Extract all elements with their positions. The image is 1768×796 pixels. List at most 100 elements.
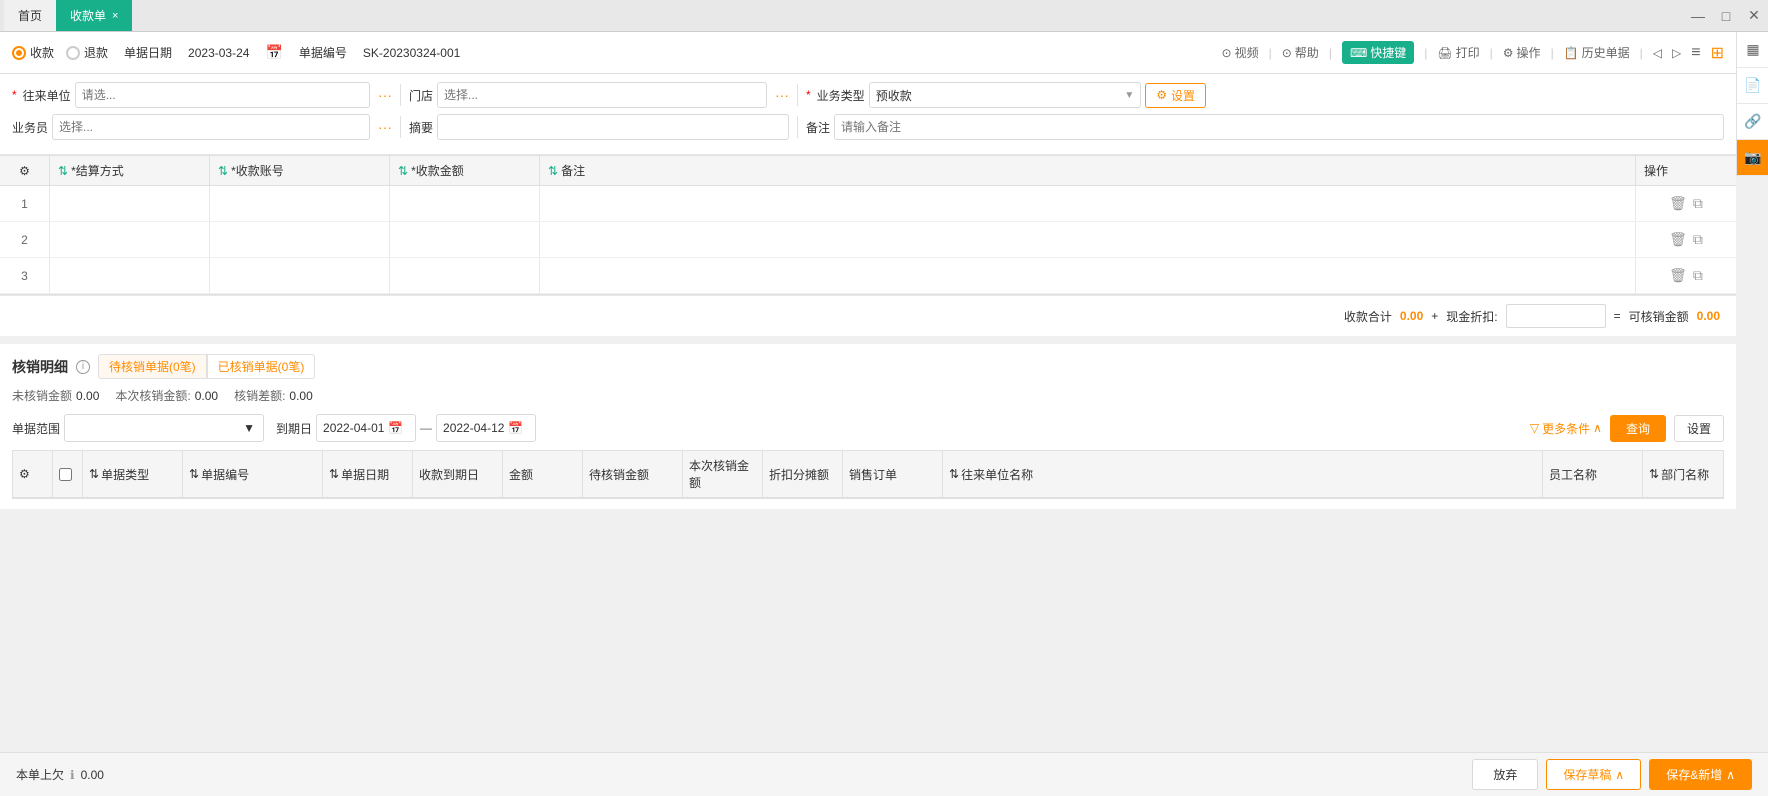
staff-more-btn[interactable]: ··· bbox=[378, 119, 392, 135]
bth-checkbox[interactable] bbox=[53, 451, 83, 497]
help-action[interactable]: ⊙ 帮助 bbox=[1282, 44, 1319, 61]
remark-input[interactable] bbox=[834, 114, 1724, 140]
refund-radio[interactable]: 退款 bbox=[66, 44, 108, 61]
filter-left: 单据范围 ▼ 到期日 2022-04-01 📅 — 2022-04-12 bbox=[12, 414, 536, 442]
sort-icon-3[interactable]: ⇅ bbox=[548, 164, 558, 178]
row3-account[interactable] bbox=[210, 258, 390, 293]
row2-settlement[interactable] bbox=[50, 222, 210, 257]
counterpart-input[interactable] bbox=[75, 82, 370, 108]
row3-amount[interactable] bbox=[390, 258, 540, 293]
bth-number: ⇅ 单据编号 bbox=[183, 451, 323, 497]
bth-pending-label: 待核销金额 bbox=[589, 466, 649, 483]
row1-delete-icon[interactable]: 🗑 bbox=[1669, 195, 1687, 212]
form-row-2: 业务员 ··· 摘要 备注 bbox=[12, 114, 1724, 140]
sidebar-screenshot-icon[interactable]: 📷 bbox=[1737, 140, 1768, 176]
row3-settlement[interactable] bbox=[50, 258, 210, 293]
video-action[interactable]: ⊙ 视频 bbox=[1222, 44, 1259, 61]
pending-tab[interactable]: 待核销单据(0笔) bbox=[98, 354, 207, 379]
date-from-picker[interactable]: 2022-04-01 📅 bbox=[316, 414, 416, 442]
tab-close-icon[interactable]: × bbox=[112, 10, 118, 22]
filter-row: 单据范围 ▼ 到期日 2022-04-01 📅 — 2022-04-12 bbox=[12, 414, 1724, 442]
th-account: ⇅ *收款账号 bbox=[210, 156, 390, 185]
row1-settlement[interactable] bbox=[50, 186, 210, 221]
counterpart-more-btn[interactable]: ··· bbox=[378, 87, 392, 103]
row3-remark[interactable] bbox=[540, 258, 1636, 293]
per-entry-info-icon[interactable]: ℹ bbox=[70, 768, 75, 782]
settings-button[interactable]: ⚙ 设置 bbox=[1145, 83, 1206, 108]
sort-icon-dept[interactable]: ⇅ bbox=[1649, 467, 1659, 481]
bth-staff: 员工名称 bbox=[1543, 451, 1643, 497]
refund-radio-label: 退款 bbox=[84, 44, 108, 61]
row1-account[interactable] bbox=[210, 186, 390, 221]
th-settlement-label: *结算方式 bbox=[71, 162, 124, 179]
row2-account[interactable] bbox=[210, 222, 390, 257]
row1-copy-icon[interactable]: ⧉ bbox=[1693, 195, 1703, 212]
row2-remark[interactable] bbox=[540, 222, 1636, 257]
cancellation-section: 核销明细 i 待核销单据(0笔) 已核销单据(0笔) 未核销金额 0.00 本次… bbox=[0, 344, 1736, 509]
section-info-icon[interactable]: i bbox=[76, 360, 90, 374]
layout-action-1[interactable]: ◁ bbox=[1653, 46, 1662, 60]
layout-icon-1: ◁ bbox=[1653, 46, 1662, 60]
row2-delete-icon[interactable]: 🗑 bbox=[1669, 231, 1687, 248]
filter-settings-button[interactable]: 设置 bbox=[1674, 415, 1724, 442]
layout-action-4[interactable]: ⊞ bbox=[1711, 43, 1724, 63]
calendar-icon[interactable]: 📅 bbox=[265, 44, 282, 61]
sidebar-table-icon[interactable]: ▦ bbox=[1737, 32, 1768, 68]
btype-select[interactable]: 预收款 ▼ bbox=[869, 82, 1142, 108]
row2-amount[interactable] bbox=[390, 222, 540, 257]
range-select[interactable]: ▼ bbox=[64, 414, 264, 442]
save-draft-button[interactable]: 保存草稿 ∧ bbox=[1546, 759, 1641, 790]
th-settlement: ⇅ *结算方式 bbox=[50, 156, 210, 185]
date-to-picker[interactable]: 2022-04-12 📅 bbox=[436, 414, 536, 442]
layout-action-2[interactable]: ▷ bbox=[1672, 46, 1681, 60]
row1-amount[interactable] bbox=[390, 186, 540, 221]
store-more-btn[interactable]: ··· bbox=[775, 87, 789, 103]
sort-icon-2[interactable]: ⇅ bbox=[398, 164, 408, 178]
sort-icon-type[interactable]: ⇅ bbox=[89, 467, 99, 481]
sidebar-link-icon[interactable]: 🔗 bbox=[1737, 104, 1768, 140]
bth-due-label: 收款到期日 bbox=[419, 466, 479, 483]
sort-icon-num[interactable]: ⇅ bbox=[189, 467, 199, 481]
business-type-field: * 业务类型 预收款 ▼ ⚙ 设置 bbox=[806, 82, 1206, 108]
tab-current[interactable]: 收款单 × bbox=[56, 0, 132, 31]
btype-required: * bbox=[806, 88, 811, 102]
maximize-button[interactable]: □ bbox=[1716, 6, 1736, 26]
bth-amount-label: 金额 bbox=[509, 466, 533, 483]
row2-copy-icon[interactable]: ⧉ bbox=[1693, 231, 1703, 248]
sort-icon-1[interactable]: ⇅ bbox=[218, 164, 228, 178]
shortcut-action[interactable]: ⌨ 快捷键 bbox=[1342, 41, 1414, 64]
row3-delete-icon[interactable]: 🗑 bbox=[1669, 267, 1687, 284]
more-conditions-btn[interactable]: ▽ 更多条件 ∧ bbox=[1530, 420, 1602, 437]
operations-action[interactable]: ⚙ 操作 bbox=[1503, 44, 1541, 61]
row3-copy-icon[interactable]: ⧉ bbox=[1693, 267, 1703, 284]
query-button[interactable]: 查询 bbox=[1610, 415, 1666, 442]
sort-icon-date[interactable]: ⇅ bbox=[329, 467, 339, 481]
discount-input[interactable] bbox=[1506, 304, 1606, 328]
discount-label: 现金折扣: bbox=[1446, 308, 1497, 325]
staff-input[interactable] bbox=[52, 114, 370, 140]
date-value: 2023-03-24 bbox=[188, 46, 249, 60]
th-gear[interactable]: ⚙ bbox=[0, 156, 50, 185]
discard-button[interactable]: 放弃 bbox=[1472, 759, 1538, 790]
section-title: 核销明细 bbox=[12, 357, 68, 377]
sort-icon-company[interactable]: ⇅ bbox=[949, 467, 959, 481]
bth-current: 本次核销金额 bbox=[683, 451, 763, 497]
receipt-radio[interactable]: 收款 bbox=[12, 44, 54, 61]
sort-icon-0[interactable]: ⇅ bbox=[58, 164, 68, 178]
print-action[interactable]: 🖨 打印 bbox=[1437, 44, 1479, 61]
close-button[interactable]: ✕ bbox=[1744, 6, 1764, 26]
tab-home[interactable]: 首页 bbox=[4, 0, 56, 31]
layout-action-3[interactable]: ≡ bbox=[1691, 44, 1700, 62]
row1-remark[interactable] bbox=[540, 186, 1636, 221]
bth-gear[interactable]: ⚙ bbox=[13, 451, 53, 497]
bth-dept-label: 部门名称 bbox=[1661, 466, 1709, 483]
sidebar-doc-icon[interactable]: 📄 bbox=[1737, 68, 1768, 104]
counterpart-required: * bbox=[12, 88, 17, 102]
minimize-button[interactable]: — bbox=[1688, 6, 1708, 26]
select-all-checkbox[interactable] bbox=[59, 468, 72, 481]
store-input[interactable] bbox=[437, 82, 767, 108]
done-tab[interactable]: 已核销单据(0笔) bbox=[207, 354, 316, 379]
save-new-button[interactable]: 保存&新增 ∧ bbox=[1649, 759, 1752, 790]
history-action[interactable]: 📋 历史单据 bbox=[1564, 44, 1630, 61]
abstract-input[interactable] bbox=[437, 114, 789, 140]
